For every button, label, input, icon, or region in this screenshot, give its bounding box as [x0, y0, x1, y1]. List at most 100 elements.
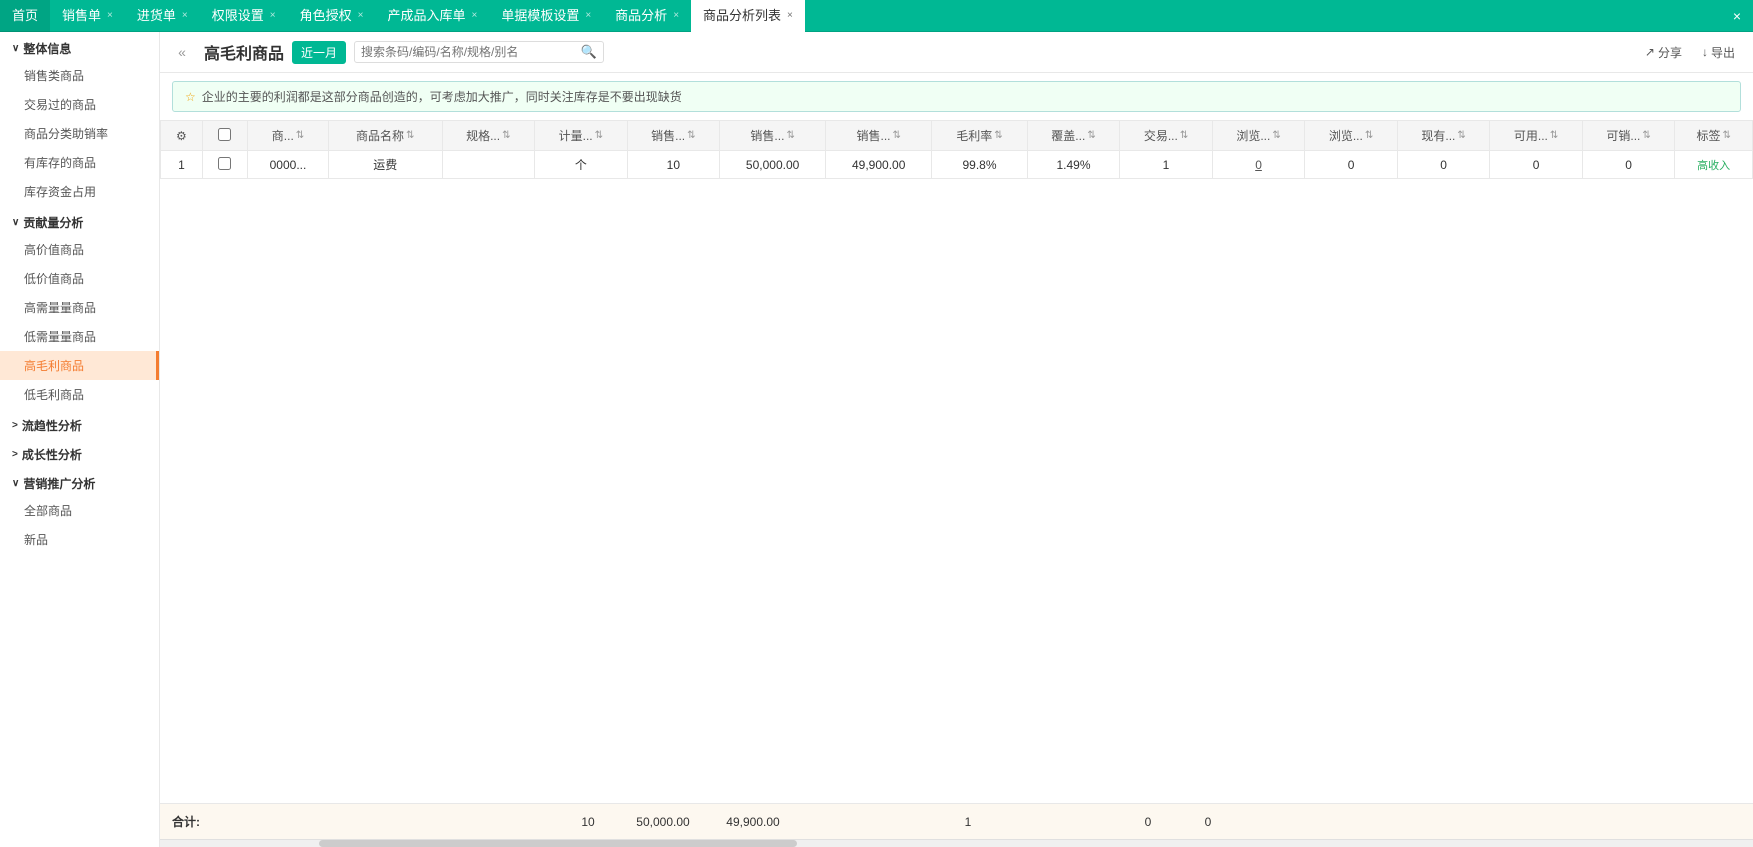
- sort-icon-name[interactable]: ⇅: [406, 130, 414, 141]
- search-icon[interactable]: 🔍: [581, 44, 597, 60]
- col-header-current[interactable]: 现有...⇅: [1397, 121, 1490, 151]
- nav-item-5[interactable]: 产成品入库单×: [375, 0, 489, 32]
- sidebar-item-1-0[interactable]: 高价值商品: [0, 235, 159, 264]
- sort-icon-browse1[interactable]: ⇅: [1272, 130, 1280, 141]
- sort-icon-sales3[interactable]: ⇅: [893, 130, 901, 141]
- nav-item-2[interactable]: 进货单×: [125, 0, 200, 32]
- sidebar-item-0-3[interactable]: 有库存的商品: [0, 148, 159, 177]
- sidebar-item-1-5[interactable]: 低毛利商品: [0, 380, 159, 409]
- col-header-tag[interactable]: 标签⇅: [1675, 121, 1753, 151]
- col-header-grossRate[interactable]: 毛利率⇅: [932, 121, 1028, 151]
- nav-close-2[interactable]: ×: [182, 0, 188, 32]
- sort-icon-spec[interactable]: ⇅: [502, 130, 510, 141]
- sidebar-group-label-4: 营销推广分析: [23, 475, 95, 492]
- close-all-button[interactable]: ×: [1721, 8, 1753, 24]
- sidebar-item-0-4[interactable]: 库存资金占用: [0, 177, 159, 206]
- share-button[interactable]: ↗ 分享: [1639, 41, 1688, 64]
- sort-icon-grossRate[interactable]: ⇅: [994, 130, 1002, 141]
- sidebar-group-3[interactable]: >成长性分析: [0, 438, 159, 467]
- sort-icon-trade[interactable]: ⇅: [1180, 130, 1188, 141]
- col-header-spec[interactable]: 规格...⇅: [442, 121, 535, 151]
- nav-item-4[interactable]: 角色授权×: [288, 0, 376, 32]
- sidebar-item-1-3[interactable]: 低需量量商品: [0, 322, 159, 351]
- col-header-available[interactable]: 可用...⇅: [1490, 121, 1583, 151]
- row-checkbox[interactable]: [218, 157, 231, 170]
- sort-icon-sales1[interactable]: ⇅: [687, 130, 695, 141]
- nav-item-0[interactable]: 首页: [0, 0, 50, 32]
- col-header-sales1[interactable]: 销售...⇅: [627, 121, 720, 151]
- col-header-code[interactable]: 商...⇅: [248, 121, 329, 151]
- footer-sales2: 50,000.00: [618, 815, 708, 829]
- sidebar-group-2[interactable]: >流趋性分析: [0, 409, 159, 438]
- search-input[interactable]: [361, 45, 581, 59]
- sidebar-item-0-1[interactable]: 交易过的商品: [0, 90, 159, 119]
- sidebar-item-4-1[interactable]: 新品: [0, 525, 159, 554]
- col-header-sales3[interactable]: 销售...⇅: [826, 121, 932, 151]
- nav-close-4[interactable]: ×: [358, 0, 364, 32]
- col-header-browse2[interactable]: 浏览...⇅: [1305, 121, 1398, 151]
- row-index: 1: [161, 151, 203, 179]
- sort-icon-tag[interactable]: ⇅: [1722, 130, 1730, 141]
- sort-icon-current[interactable]: ⇅: [1457, 130, 1465, 141]
- horizontal-scrollbar[interactable]: [160, 839, 1753, 847]
- info-text: 企业的主要的利润都是这部分商品创造的，可考虑加大推广，同时关注库存是不要出现缺货: [202, 88, 682, 105]
- col-label-name: 商品名称: [356, 127, 404, 144]
- filter-recent-month-button[interactable]: 近一月: [292, 41, 346, 64]
- export-label: 导出: [1711, 44, 1735, 61]
- sidebar-group-0[interactable]: ∨整体信息: [0, 32, 159, 61]
- nav-close-3[interactable]: ×: [270, 0, 276, 32]
- sidebar-group-1[interactable]: ∨贡献量分析: [0, 206, 159, 235]
- page-title: 高毛利商品: [204, 40, 284, 64]
- col-header-browse1[interactable]: 浏览...⇅: [1212, 121, 1305, 151]
- col-label-current: 现有...: [1421, 127, 1455, 144]
- nav-close-6[interactable]: ×: [585, 0, 591, 32]
- col-header-trade[interactable]: 交易...⇅: [1120, 121, 1213, 151]
- sidebar-item-1-1[interactable]: 低价值商品: [0, 264, 159, 293]
- nav-item-1[interactable]: 销售单×: [50, 0, 125, 32]
- sort-icon-sellable[interactable]: ⇅: [1642, 130, 1650, 141]
- nav-close-8[interactable]: ×: [787, 0, 793, 32]
- sort-icon-browse2[interactable]: ⇅: [1365, 130, 1373, 141]
- sidebar-group-4[interactable]: ∨营销推广分析: [0, 467, 159, 496]
- sort-icon-sales2[interactable]: ⇅: [786, 130, 794, 141]
- nav-close-5[interactable]: ×: [471, 0, 477, 32]
- sidebar-group-label-0: 整体信息: [23, 40, 71, 57]
- sidebar-item-4-0[interactable]: 全部商品: [0, 496, 159, 525]
- sidebar-arrow-3: >: [12, 449, 18, 460]
- footer-cell-1: [238, 815, 268, 829]
- sort-icon-unit[interactable]: ⇅: [595, 130, 603, 141]
- nav-close-7[interactable]: ×: [673, 0, 679, 32]
- col-label-coverage: 覆盖...: [1051, 127, 1085, 144]
- sidebar-item-0-2[interactable]: 商品分类助销率: [0, 119, 159, 148]
- sidebar-collapse-button[interactable]: «: [172, 42, 192, 62]
- sidebar-item-1-2[interactable]: 高需量量商品: [0, 293, 159, 322]
- sidebar-item-0-0[interactable]: 销售类商品: [0, 61, 159, 90]
- row-coverage: 1.49%: [1027, 151, 1120, 179]
- col-header-unit[interactable]: 计量...⇅: [535, 121, 628, 151]
- export-button[interactable]: ↓ 导出: [1696, 41, 1741, 64]
- col-header-name[interactable]: 商品名称⇅: [328, 121, 442, 151]
- content-area: « 高毛利商品 近一月 🔍 ↗ 分享 ↓ 导出 ☆ 企业的主要的利润都是这部分商…: [160, 32, 1753, 847]
- browse1-link[interactable]: 0: [1255, 158, 1262, 172]
- col-header-sellable[interactable]: 可销...⇅: [1582, 121, 1675, 151]
- nav-close-1[interactable]: ×: [107, 0, 113, 32]
- col-label-sales2: 销售...: [750, 127, 784, 144]
- nav-item-3[interactable]: 权限设置×: [200, 0, 288, 32]
- sort-icon-code[interactable]: ⇅: [296, 130, 304, 141]
- col-header-coverage[interactable]: 覆盖...⇅: [1027, 121, 1120, 151]
- nav-item-6[interactable]: 单据模板设置×: [489, 0, 603, 32]
- nav-item-8[interactable]: 商品分析列表×: [691, 0, 805, 32]
- sort-icon-available[interactable]: ⇅: [1550, 130, 1558, 141]
- col-label-trade: 交易...: [1144, 127, 1178, 144]
- col-header-sales2[interactable]: 销售...⇅: [720, 121, 826, 151]
- nav-item-7[interactable]: 商品分析×: [603, 0, 691, 32]
- select-all-checkbox[interactable]: [218, 128, 231, 141]
- settings-icon[interactable]: ⚙: [176, 129, 187, 143]
- scrollbar-thumb[interactable]: [319, 840, 797, 847]
- sidebar-arrow-1: ∨: [12, 217, 19, 228]
- row-checkbox-cell: [202, 151, 247, 179]
- sidebar-item-1-4[interactable]: 高毛利商品: [0, 351, 159, 380]
- sort-icon-coverage[interactable]: ⇅: [1087, 130, 1095, 141]
- col-label-available: 可用...: [1514, 127, 1548, 144]
- col-label-grossRate: 毛利率: [956, 127, 992, 144]
